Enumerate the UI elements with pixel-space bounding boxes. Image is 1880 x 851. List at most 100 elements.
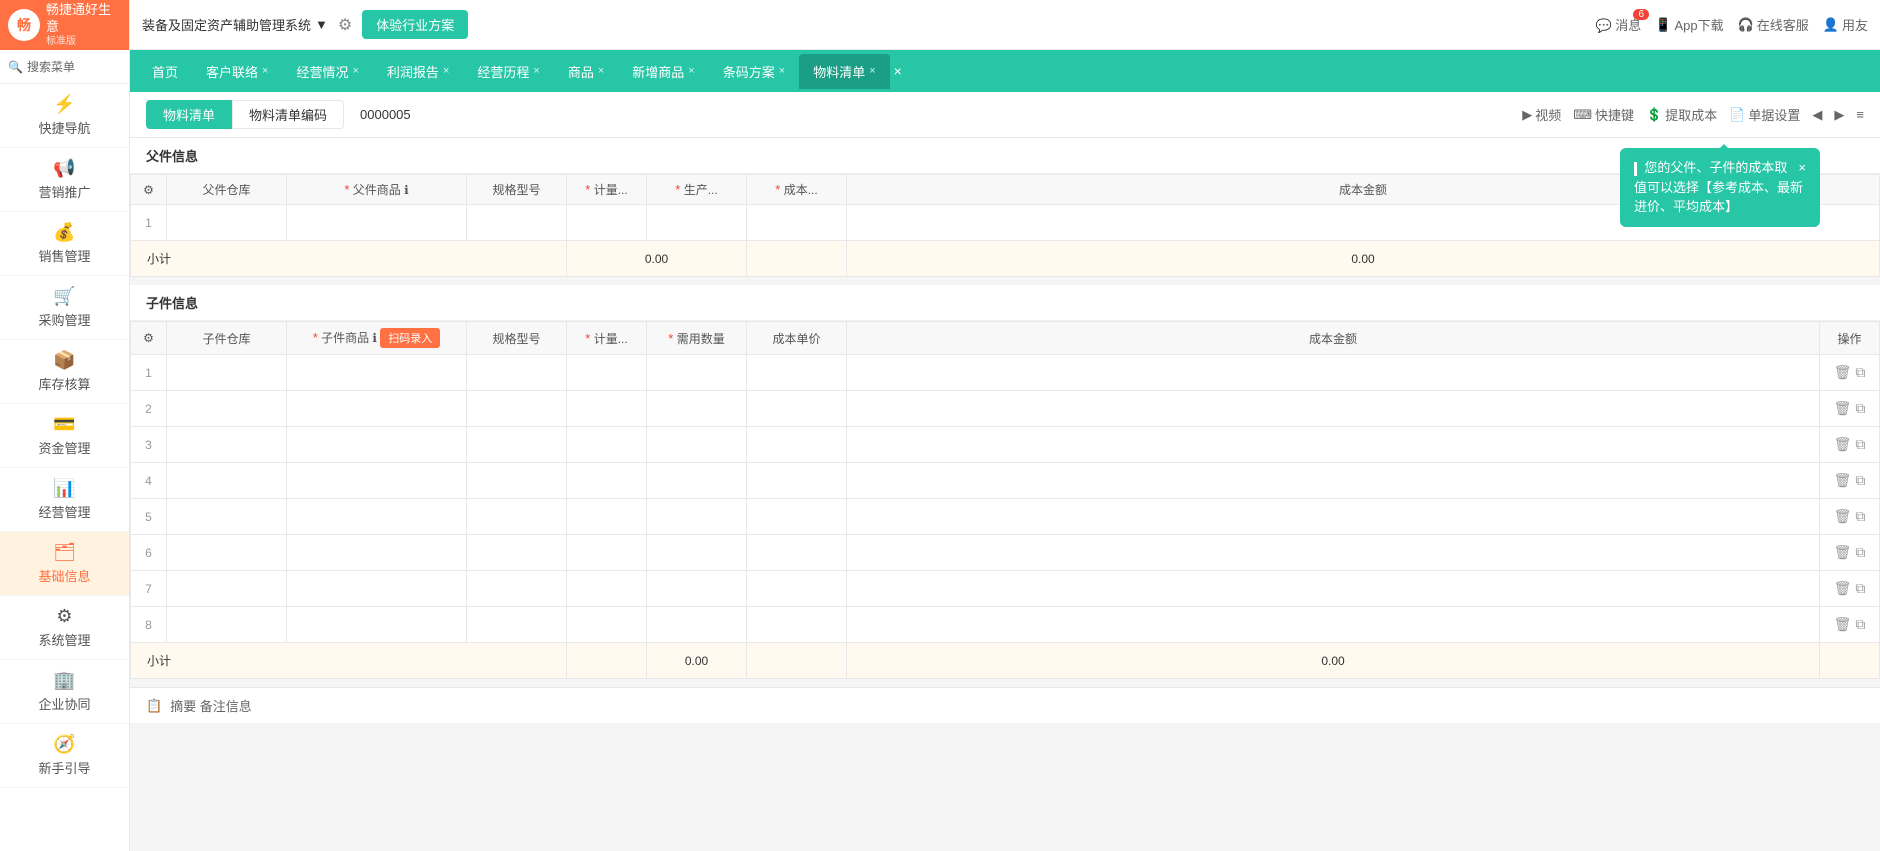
delete-icon[interactable]: 🗑: [1834, 580, 1852, 597]
shortcut-action[interactable]: ⌨ 快捷键: [1573, 105, 1634, 124]
trial-button[interactable]: 体验行业方案: [362, 10, 468, 39]
next-icon[interactable]: ▶: [1834, 107, 1844, 123]
copy-icon[interactable]: ⧉: [1855, 364, 1865, 381]
parent-row-unit[interactable]: [567, 205, 647, 241]
copy-icon[interactable]: ⧉: [1855, 616, 1865, 633]
delete-icon[interactable]: 🗑: [1834, 544, 1852, 561]
child-row-1-product[interactable]: [287, 355, 467, 391]
guide-icon: 🧭: [53, 734, 75, 755]
message-button[interactable]: 💬 消息 6: [1595, 15, 1641, 34]
delete-icon[interactable]: 🗑: [1834, 364, 1852, 381]
sidebar-item-quick-nav[interactable]: ⚡ 快捷导航: [0, 84, 129, 148]
sidebar-item-guide[interactable]: 🧭 新手引导: [0, 724, 129, 788]
sidebar-item-sales[interactable]: 💰 销售管理: [0, 212, 129, 276]
child-row-2-price[interactable]: [747, 391, 847, 427]
child-col-settings[interactable]: ⚙: [131, 322, 167, 355]
bom-code: 0000005: [360, 107, 411, 122]
parent-row-product[interactable]: [287, 205, 467, 241]
view-action[interactable]: ▶ 视频: [1522, 105, 1561, 124]
child-subtotal-label: 小计: [131, 643, 567, 679]
tab-close-icon[interactable]: ×: [443, 65, 449, 77]
sidebar-item-enterprise[interactable]: 🏢 企业协同: [0, 660, 129, 724]
user-button[interactable]: 👤 用友: [1823, 15, 1868, 34]
delete-icon[interactable]: 🗑: [1834, 616, 1852, 633]
parent-row-spec[interactable]: [467, 205, 567, 241]
tab-barcode[interactable]: 条码方案 ×: [709, 54, 799, 89]
note-icon: 📋: [146, 698, 162, 714]
child-row-1-price[interactable]: [747, 355, 847, 391]
tooltip-close-button[interactable]: ×: [1798, 158, 1806, 178]
sidebar-item-label: 系统管理: [38, 630, 90, 649]
parent-row-warehouse[interactable]: [167, 205, 287, 241]
tab-close-icon[interactable]: ×: [352, 65, 358, 77]
tab-close-icon[interactable]: ×: [779, 65, 785, 77]
tab-new-goods[interactable]: 新增商品 ×: [618, 54, 708, 89]
sidebar-item-inventory[interactable]: 📦 库存核算: [0, 340, 129, 404]
sidebar-item-system[interactable]: ⚙ 系统管理: [0, 596, 129, 660]
sidebar-item-label: 营销推广: [38, 182, 90, 201]
online-service-button[interactable]: 🎧 在线客服: [1738, 15, 1809, 34]
child-col-spec: 规格型号: [467, 322, 567, 355]
sidebar-item-purchase[interactable]: 🛒 采购管理: [0, 276, 129, 340]
child-row-8-num: 8: [131, 607, 167, 643]
copy-icon[interactable]: ⧉: [1855, 580, 1865, 597]
tab-operation-status[interactable]: 经营情况 ×: [282, 54, 372, 89]
child-row-7-num: 7: [131, 571, 167, 607]
tab-home[interactable]: 首页: [138, 54, 192, 89]
tab-profit[interactable]: 利润报告 ×: [373, 54, 463, 89]
child-row-2-spec[interactable]: [467, 391, 567, 427]
tab-goods[interactable]: 商品 ×: [554, 54, 618, 89]
scan-input-button[interactable]: 扫码录入: [380, 328, 440, 348]
copy-icon[interactable]: ⧉: [1855, 400, 1865, 417]
close-all-tabs-icon[interactable]: ×: [894, 63, 902, 79]
child-row-1-ops: 🗑⧉: [1820, 355, 1880, 391]
prev-icon[interactable]: ◀: [1812, 107, 1822, 123]
delete-icon[interactable]: 🗑: [1834, 472, 1852, 489]
tab-close-icon[interactable]: ×: [869, 65, 875, 77]
child-row-2-product[interactable]: [287, 391, 467, 427]
child-row-2-qty[interactable]: [647, 391, 747, 427]
copy-icon[interactable]: ⧉: [1855, 436, 1865, 453]
child-row-2-unit[interactable]: [567, 391, 647, 427]
settings-action[interactable]: 📄 单据设置: [1729, 105, 1800, 124]
bottom-hint: 📋 摘要 备注信息: [130, 687, 1880, 723]
settings-icon[interactable]: ⚙: [338, 15, 352, 35]
sidebar-item-basic-info[interactable]: 🗂 基础信息: [0, 532, 129, 596]
parent-col-settings[interactable]: ⚙: [131, 175, 167, 205]
child-row-2-warehouse[interactable]: [167, 391, 287, 427]
tab-close-icon[interactable]: ×: [598, 65, 604, 77]
tab-bom[interactable]: 物料清单 ×: [799, 54, 889, 89]
sub-tabs: 物料清单 物料清单编码: [146, 100, 344, 129]
tab-close-icon[interactable]: ×: [262, 65, 268, 77]
tab-history[interactable]: 经营历程 ×: [463, 54, 553, 89]
system-selector[interactable]: 装备及固定资产辅助管理系统 ▼: [142, 15, 328, 34]
child-col-unit-price: 成本单价: [747, 322, 847, 355]
parent-row-produce[interactable]: [647, 205, 747, 241]
app-download-button[interactable]: 📱 App下载: [1655, 15, 1723, 34]
menu-icon[interactable]: ≡: [1856, 107, 1864, 122]
sidebar-item-operation[interactable]: 📊 经营管理: [0, 468, 129, 532]
sub-tab-bom-list[interactable]: 物料清单: [146, 100, 232, 129]
child-row-1-qty[interactable]: [647, 355, 747, 391]
sidebar-item-marketing[interactable]: 📢 营销推广: [0, 148, 129, 212]
copy-icon[interactable]: ⧉: [1855, 508, 1865, 525]
tab-close-icon[interactable]: ×: [688, 65, 694, 77]
search-menu[interactable]: 🔍 搜索菜单: [0, 50, 129, 84]
sidebar-item-finance[interactable]: 💳 资金管理: [0, 404, 129, 468]
delete-icon[interactable]: 🗑: [1834, 400, 1852, 417]
sidebar-item-label: 快捷导航: [38, 118, 90, 137]
child-row-2-num: 2: [131, 391, 167, 427]
delete-icon[interactable]: 🗑: [1834, 436, 1852, 453]
delete-icon[interactable]: 🗑: [1834, 508, 1852, 525]
child-row-1-warehouse[interactable]: [167, 355, 287, 391]
tab-customer[interactable]: 客户联络 ×: [192, 54, 282, 89]
child-row-1-unit[interactable]: [567, 355, 647, 391]
sub-tab-bom-code[interactable]: 物料清单编码: [232, 100, 344, 129]
parent-table: ⚙ 父件仓库 * 父件商品 ℹ 规格型号 * 计量... * 生产... * 成…: [130, 174, 1880, 277]
tab-close-icon[interactable]: ×: [533, 65, 539, 77]
cost-action[interactable]: 💲 提取成本: [1646, 105, 1717, 124]
parent-row-cost[interactable]: [747, 205, 847, 241]
copy-icon[interactable]: ⧉: [1855, 472, 1865, 489]
copy-icon[interactable]: ⧉: [1855, 544, 1865, 561]
child-row-1-spec[interactable]: [467, 355, 567, 391]
